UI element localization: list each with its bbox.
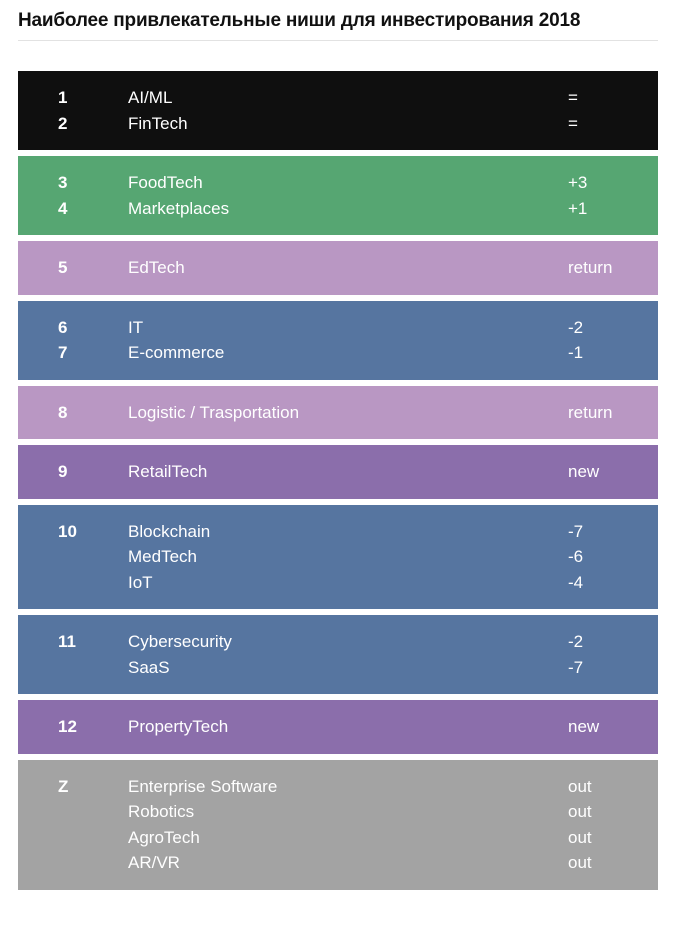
table-row: 10Blockchain-7 (18, 519, 658, 545)
table-row: 9RetailTechnew (18, 459, 658, 485)
rank-cell: 4 (18, 196, 128, 222)
change-cell: -4 (568, 570, 658, 596)
rank-cell: 1 (18, 85, 128, 111)
change-cell: new (568, 459, 658, 485)
niche-cell: AR/VR (128, 850, 568, 876)
niche-cell: FinTech (128, 111, 568, 137)
niche-cell: Logistic / Trasportation (128, 400, 568, 426)
change-cell: -1 (568, 340, 658, 366)
page-title: Наиболее привлекательные ниши для инвест… (18, 10, 658, 32)
change-cell: +1 (568, 196, 658, 222)
change-cell: out (568, 825, 658, 851)
change-cell: -2 (568, 315, 658, 341)
table-row: 11Cybersecurity-2 (18, 629, 658, 655)
rank-group: 10Blockchain-7MedTech-6IoT-4 (18, 505, 658, 610)
change-cell: -6 (568, 544, 658, 570)
change-cell: out (568, 774, 658, 800)
niche-cell: AI/ML (128, 85, 568, 111)
change-cell: = (568, 85, 658, 111)
rank-group: 9RetailTechnew (18, 445, 658, 499)
niche-cell: SaaS (128, 655, 568, 681)
table-row: 6IT-2 (18, 315, 658, 341)
niche-cell: IoT (128, 570, 568, 596)
table-row: 4Marketplaces+1 (18, 196, 658, 222)
niche-cell: Enterprise Software (128, 774, 568, 800)
rank-cell: 11 (18, 629, 128, 655)
niche-cell: E-commerce (128, 340, 568, 366)
table-row: 12PropertyTechnew (18, 714, 658, 740)
change-cell: out (568, 850, 658, 876)
rank-group: 12PropertyTechnew (18, 700, 658, 754)
table-row: AR/VRout (18, 850, 658, 876)
niche-cell: EdTech (128, 255, 568, 281)
table-row: Roboticsout (18, 799, 658, 825)
niche-cell: RetailTech (128, 459, 568, 485)
table-row: 5EdTechreturn (18, 255, 658, 281)
rank-group: ZEnterprise SoftwareoutRoboticsoutAgroTe… (18, 760, 658, 890)
change-cell: out (568, 799, 658, 825)
table-row: 7E-commerce-1 (18, 340, 658, 366)
change-cell: -7 (568, 519, 658, 545)
table-row: IoT-4 (18, 570, 658, 596)
rank-cell: 5 (18, 255, 128, 281)
change-cell: return (568, 255, 658, 281)
niche-cell: Marketplaces (128, 196, 568, 222)
rank-cell: 7 (18, 340, 128, 366)
rank-group: 6IT-27E-commerce-1 (18, 301, 658, 380)
change-cell: = (568, 111, 658, 137)
niche-cell: Cybersecurity (128, 629, 568, 655)
rank-cell: 12 (18, 714, 128, 740)
change-cell: return (568, 400, 658, 426)
table-row: SaaS-7 (18, 655, 658, 681)
rank-cell: 9 (18, 459, 128, 485)
change-cell: -2 (568, 629, 658, 655)
niche-cell: MedTech (128, 544, 568, 570)
niche-cell: Robotics (128, 799, 568, 825)
rank-cell: 8 (18, 400, 128, 426)
table-row: 3FoodTech+3 (18, 170, 658, 196)
rank-group: 3FoodTech+34Marketplaces+1 (18, 156, 658, 235)
table-row: MedTech-6 (18, 544, 658, 570)
niche-cell: IT (128, 315, 568, 341)
rank-cell: 10 (18, 519, 128, 545)
niche-cell: AgroTech (128, 825, 568, 851)
niche-cell: FoodTech (128, 170, 568, 196)
rank-cell: Z (18, 774, 128, 800)
rank-group: 11Cybersecurity-2SaaS-7 (18, 615, 658, 694)
niches-table: 1AI/ML=2FinTech=3FoodTech+34Marketplaces… (18, 71, 658, 890)
rank-group: 8Logistic / Trasportationreturn (18, 386, 658, 440)
rank-cell: 2 (18, 111, 128, 137)
table-row: 8Logistic / Trasportationreturn (18, 400, 658, 426)
niche-cell: PropertyTech (128, 714, 568, 740)
divider (18, 40, 658, 41)
rank-cell: 3 (18, 170, 128, 196)
niche-cell: Blockchain (128, 519, 568, 545)
table-row: AgroTechout (18, 825, 658, 851)
rank-cell: 6 (18, 315, 128, 341)
change-cell: new (568, 714, 658, 740)
change-cell: -7 (568, 655, 658, 681)
rank-group: 1AI/ML=2FinTech= (18, 71, 658, 150)
change-cell: +3 (568, 170, 658, 196)
table-row: 2FinTech= (18, 111, 658, 137)
table-row: 1AI/ML= (18, 85, 658, 111)
rank-group: 5EdTechreturn (18, 241, 658, 295)
table-row: ZEnterprise Softwareout (18, 774, 658, 800)
